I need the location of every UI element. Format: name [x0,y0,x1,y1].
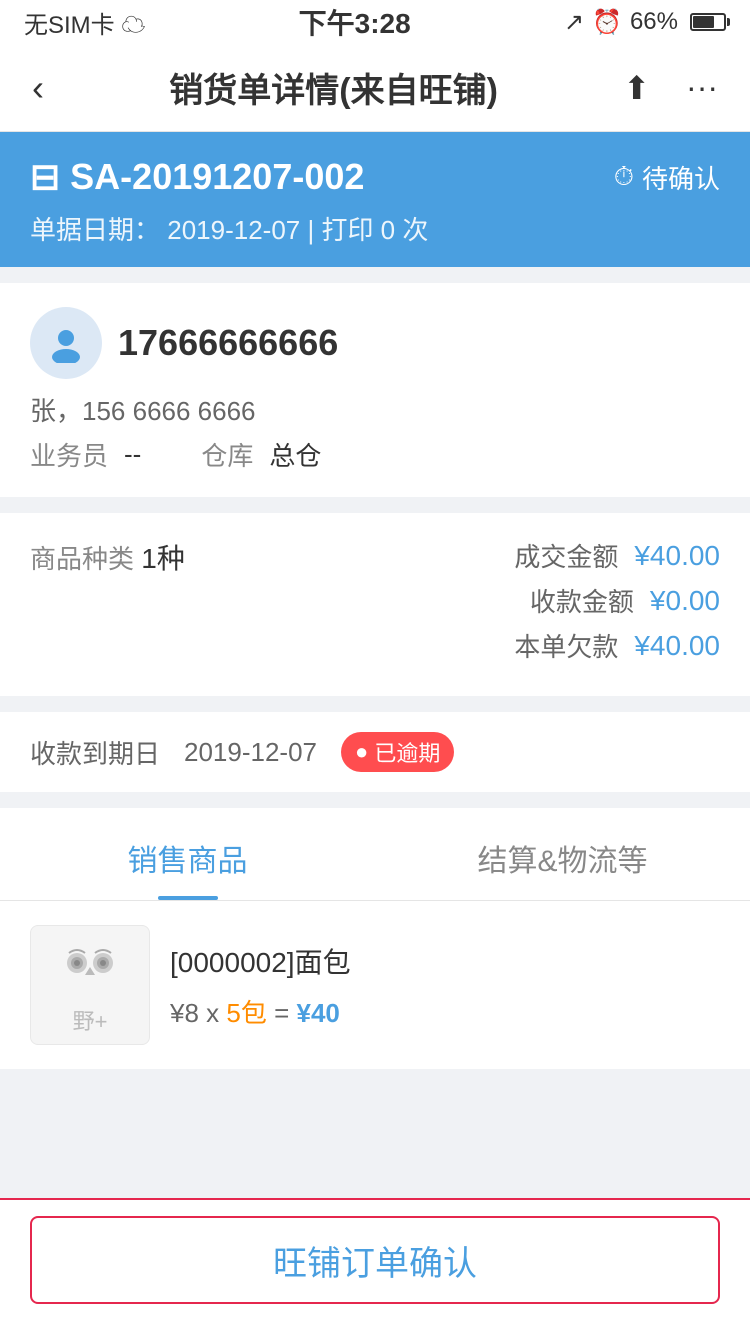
product-total: ¥40 [297,998,340,1028]
tabs-header: 销售商品 结算&物流等 [0,808,750,901]
due-date-value: 2019-12-07 [184,737,317,768]
overdue-badge: ● 已逾期 [341,732,454,772]
more-button[interactable]: ··· [678,61,726,114]
order-date-info: 单据日期： 2019-12-07 | 打印 0 次 [30,210,720,247]
customer-phone: 17666666666 [118,322,338,364]
nav-bar: ‹ 销货单详情(来自旺铺) ⬆ ··· [0,44,750,132]
product-name: [0000002]面包 [170,941,720,981]
bottom-bar: 旺铺订单确认 [0,1198,750,1334]
warehouse: 仓库 总仓 [201,436,321,473]
overdue-text: 已逾期 [374,736,440,768]
status-right: ↗ ⏰ 66% [564,8,726,37]
order-status: ⏱ 待确认 [614,159,720,196]
nav-actions: ⬆ ··· [615,61,726,115]
customer-name-phone: 张，156 6666 6666 [30,391,720,428]
signal-text: 无SIM卡 ☁ [24,5,145,40]
status-time: 下午3:28 [299,2,411,42]
product-item: 野+ [0000002]面包 ¥8 x 5包 = ¥40 [30,925,720,1045]
summary-section: 商品种类 1种 成交金额 ¥40.00 收款金额 ¥0.00 本单欠款 ¥40.… [0,513,750,696]
battery-icon [690,13,726,31]
product-section: 野+ [0000002]面包 ¥8 x 5包 = ¥40 [0,901,750,1069]
order-icon: ⊟ [30,156,60,198]
alarm-icon: ⏰ [592,8,622,37]
location-icon: ↗ [564,8,584,37]
product-qty: 5包 [226,998,266,1028]
battery-text: 66% [630,8,678,36]
product-type: 商品种类 1种 [30,537,185,577]
due-date-section: 收款到期日 2019-12-07 ● 已逾期 [0,712,750,792]
status-left: 无SIM卡 ☁ [24,5,145,40]
tab-settlement[interactable]: 结算&物流等 [375,808,750,900]
customer-section: 17666666666 张，156 6666 6666 业务员 -- 仓库 总仓 [0,283,750,497]
status-bar: 无SIM卡 ☁ 下午3:28 ↗ ⏰ 66% [0,0,750,44]
product-price: ¥8 x 5包 = ¥40 [170,993,720,1030]
back-button[interactable]: ‹ [24,59,52,117]
due-label: 收款到期日 [30,734,160,771]
received-amount-row: 收款金额 ¥0.00 [514,582,720,619]
amount-summary: 成交金额 ¥40.00 收款金额 ¥0.00 本单欠款 ¥40.00 [514,537,720,672]
order-number: ⊟ SA-20191207-002 [30,156,364,198]
sales-person: 业务员 -- [30,436,141,473]
share-button[interactable]: ⬆ [615,61,658,115]
header-card: ⊟ SA-20191207-002 ⏱ 待确认 单据日期： 2019-12-07… [0,132,750,267]
status-clock-icon: ⏱ [614,161,634,193]
overdue-icon: ● [355,739,368,765]
tab-sales-product[interactable]: 销售商品 [0,808,375,900]
page-title: 销货单详情(来自旺铺) [169,63,498,112]
deal-amount-row: 成交金额 ¥40.00 [514,537,720,574]
customer-meta: 业务员 -- 仓库 总仓 [30,436,720,473]
owed-amount-row: 本单欠款 ¥40.00 [514,627,720,664]
confirm-order-button[interactable]: 旺铺订单确认 [30,1216,720,1304]
customer-avatar [30,307,102,379]
product-info: [0000002]面包 ¥8 x 5包 = ¥40 [170,941,720,1030]
tabs-section: 销售商品 结算&物流等 [0,808,750,1069]
product-image: 野+ [30,925,150,1045]
